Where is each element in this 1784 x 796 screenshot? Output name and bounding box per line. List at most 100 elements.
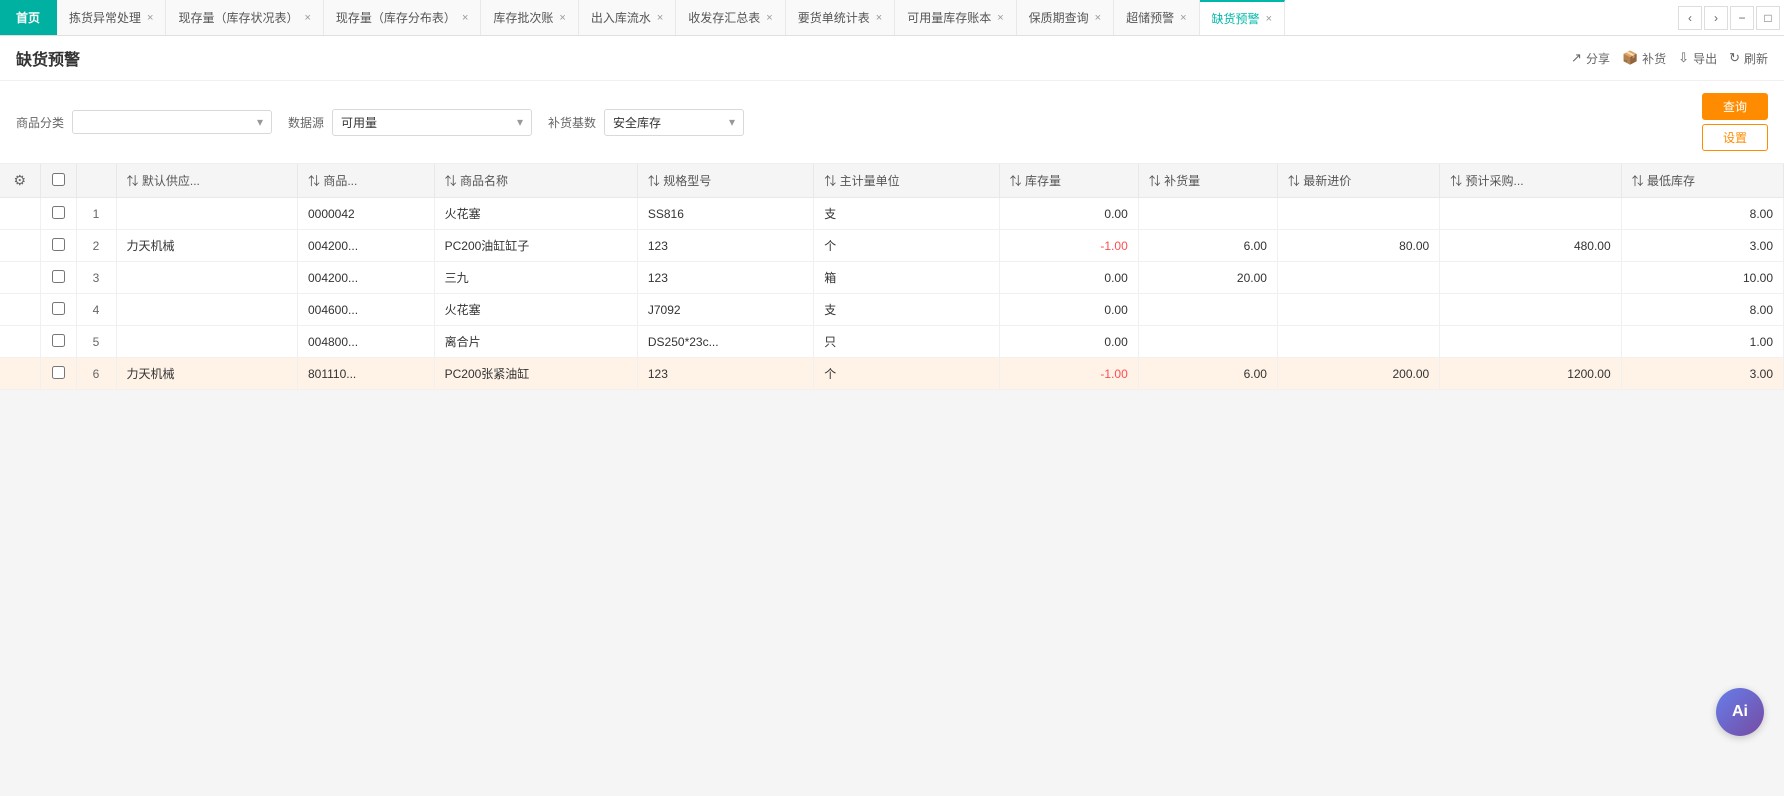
row-num: 4 [76, 294, 116, 326]
tab-next-button[interactable]: › [1704, 6, 1728, 30]
row-replenish [1138, 326, 1277, 358]
row-select-checkbox[interactable] [52, 302, 65, 315]
col-unit-sort-icon[interactable]: ⇅ [824, 174, 836, 188]
row-product-code: 004600... [297, 294, 434, 326]
row-select-checkbox[interactable] [52, 366, 65, 379]
replenish-button[interactable]: 📦 补货 [1622, 50, 1666, 67]
datasource-select[interactable]: 可用量 ▾ [332, 109, 532, 136]
row-product-name: PC200油缸缸子 [434, 230, 637, 262]
row-checkbox[interactable] [40, 230, 76, 262]
row-product-code: 0000042 [297, 198, 434, 230]
row-stock: 0.00 [999, 294, 1138, 326]
filter-actions: 查询 设置 [1702, 93, 1768, 151]
tab-collect-summary[interactable]: 收发存汇总表 × [676, 0, 785, 35]
tab-inventory-dist[interactable]: 现存量（库存分布表） × [324, 0, 481, 35]
tab-expiry[interactable]: 保质期查询 × [1017, 0, 1114, 35]
tab-inventory-status-close[interactable]: × [304, 12, 310, 24]
replenish-base-select[interactable]: 安全库存 ▾ [604, 109, 744, 136]
tab-inventory-dist-label: 现存量（库存分布表） [336, 9, 456, 26]
row-min-stock: 8.00 [1621, 198, 1783, 230]
row-replenish [1138, 294, 1277, 326]
tab-inventory-status-label: 现存量（库存状况表） [178, 9, 298, 26]
settings-button[interactable]: 设置 [1702, 124, 1768, 151]
tab-available-ledger-close[interactable]: × [997, 12, 1003, 24]
row-checkbox[interactable] [40, 294, 76, 326]
tab-batch-close[interactable]: × [559, 12, 565, 24]
col-product-code-sort-icon[interactable]: ⇅ [308, 174, 320, 188]
row-unit: 箱 [814, 262, 999, 294]
tab-collect-summary-close[interactable]: × [766, 12, 772, 24]
row-spec: 123 [637, 262, 813, 294]
row-latest-price: 200.00 [1277, 358, 1439, 390]
replenish-label: 补货 [1642, 50, 1666, 67]
table-container: ⚙ ⇅ 默认供应... ⇅ 商品... ⇅ [0, 164, 1784, 390]
row-checkbox[interactable] [40, 358, 76, 390]
row-checkbox[interactable] [40, 326, 76, 358]
row-select-checkbox[interactable] [52, 334, 65, 347]
export-button[interactable]: ⇩ 导出 [1678, 50, 1717, 67]
tab-exception-close[interactable]: × [147, 12, 153, 24]
table-row: 4 004600... 火花塞 J7092 支 0.00 8.00 [0, 294, 1784, 326]
col-supplier-sort-icon[interactable]: ⇅ [127, 174, 139, 188]
tab-inout-flow-label: 出入库流水 [591, 9, 651, 26]
col-min-stock-sort-icon[interactable]: ⇅ [1632, 174, 1644, 188]
tab-expiry-close[interactable]: × [1095, 12, 1101, 24]
row-stock: 0.00 [999, 326, 1138, 358]
tab-minimize-button[interactable]: − [1730, 6, 1754, 30]
tab-expiry-label: 保质期查询 [1029, 9, 1089, 26]
row-select-checkbox[interactable] [52, 270, 65, 283]
export-label: 导出 [1693, 50, 1717, 67]
col-header-checkbox [40, 164, 76, 198]
col-est-purchase-sort-icon[interactable]: ⇅ [1450, 174, 1462, 188]
tab-batch[interactable]: 库存批次账 × [481, 0, 578, 35]
query-button[interactable]: 查询 [1702, 93, 1768, 120]
tab-exception-label: 拣货异常处理 [69, 9, 141, 26]
row-select-checkbox[interactable] [52, 238, 65, 251]
table-row: 5 004800... 离合片 DS250*23c... 只 0.00 1.00 [0, 326, 1784, 358]
col-spec-sort-icon[interactable]: ⇅ [648, 174, 660, 188]
ai-assistant-button[interactable]: Ai [1716, 688, 1764, 736]
col-header-gear: ⚙ [0, 164, 40, 198]
col-header-product-name: ⇅ 商品名称 [434, 164, 637, 198]
tab-exception[interactable]: 拣货异常处理 × [57, 0, 166, 35]
tab-order-stat-close[interactable]: × [876, 12, 882, 24]
row-min-stock: 3.00 [1621, 230, 1783, 262]
tab-inventory-status[interactable]: 现存量（库存状况表） × [166, 0, 323, 35]
gear-settings-icon[interactable]: ⚙ [13, 172, 26, 188]
col-replenish-sort-icon[interactable]: ⇅ [1149, 174, 1161, 188]
col-latest-price-sort-icon[interactable]: ⇅ [1288, 174, 1300, 188]
select-all-checkbox[interactable] [52, 173, 65, 186]
tab-overstock[interactable]: 超储预警 × [1114, 0, 1199, 35]
category-filter-group: 商品分类 ▾ [16, 110, 272, 134]
tab-available-ledger[interactable]: 可用量库存账本 × [895, 0, 1016, 35]
col-stock-sort-icon[interactable]: ⇅ [1010, 174, 1022, 188]
tab-nav-buttons: ‹ › − □ [1676, 6, 1784, 30]
row-product-name: 离合片 [434, 326, 637, 358]
tab-order-stat[interactable]: 要货单统计表 × [786, 0, 895, 35]
table-body: 1 0000042 火花塞 SS816 支 0.00 8.00 2 力天机械 0… [0, 198, 1784, 390]
row-gear [0, 358, 40, 390]
category-select[interactable]: ▾ [72, 110, 272, 134]
tab-inventory-dist-close[interactable]: × [462, 12, 468, 24]
tab-inout-flow-close[interactable]: × [657, 12, 663, 24]
tab-overstock-close[interactable]: × [1180, 12, 1186, 24]
refresh-button[interactable]: ↻ 刷新 [1729, 50, 1768, 67]
tab-home[interactable]: 首页 [0, 0, 57, 35]
row-supplier [116, 326, 297, 358]
tab-shortage-close[interactable]: × [1266, 13, 1272, 25]
share-button[interactable]: ↗ 分享 [1571, 50, 1610, 67]
tab-inout-flow[interactable]: 出入库流水 × [579, 0, 676, 35]
row-supplier [116, 262, 297, 294]
row-num: 6 [76, 358, 116, 390]
row-checkbox[interactable] [40, 198, 76, 230]
row-est-purchase [1440, 262, 1621, 294]
col-product-name-sort-icon[interactable]: ⇅ [445, 174, 457, 188]
row-min-stock: 8.00 [1621, 294, 1783, 326]
datasource-dropdown-arrow-icon: ▾ [517, 115, 523, 129]
tab-prev-button[interactable]: ‹ [1678, 6, 1702, 30]
tab-shortage[interactable]: 缺货预警 × [1200, 0, 1285, 35]
row-select-checkbox[interactable] [52, 206, 65, 219]
tab-available-ledger-label: 可用量库存账本 [907, 9, 991, 26]
tab-maximize-button[interactable]: □ [1756, 6, 1780, 30]
row-checkbox[interactable] [40, 262, 76, 294]
